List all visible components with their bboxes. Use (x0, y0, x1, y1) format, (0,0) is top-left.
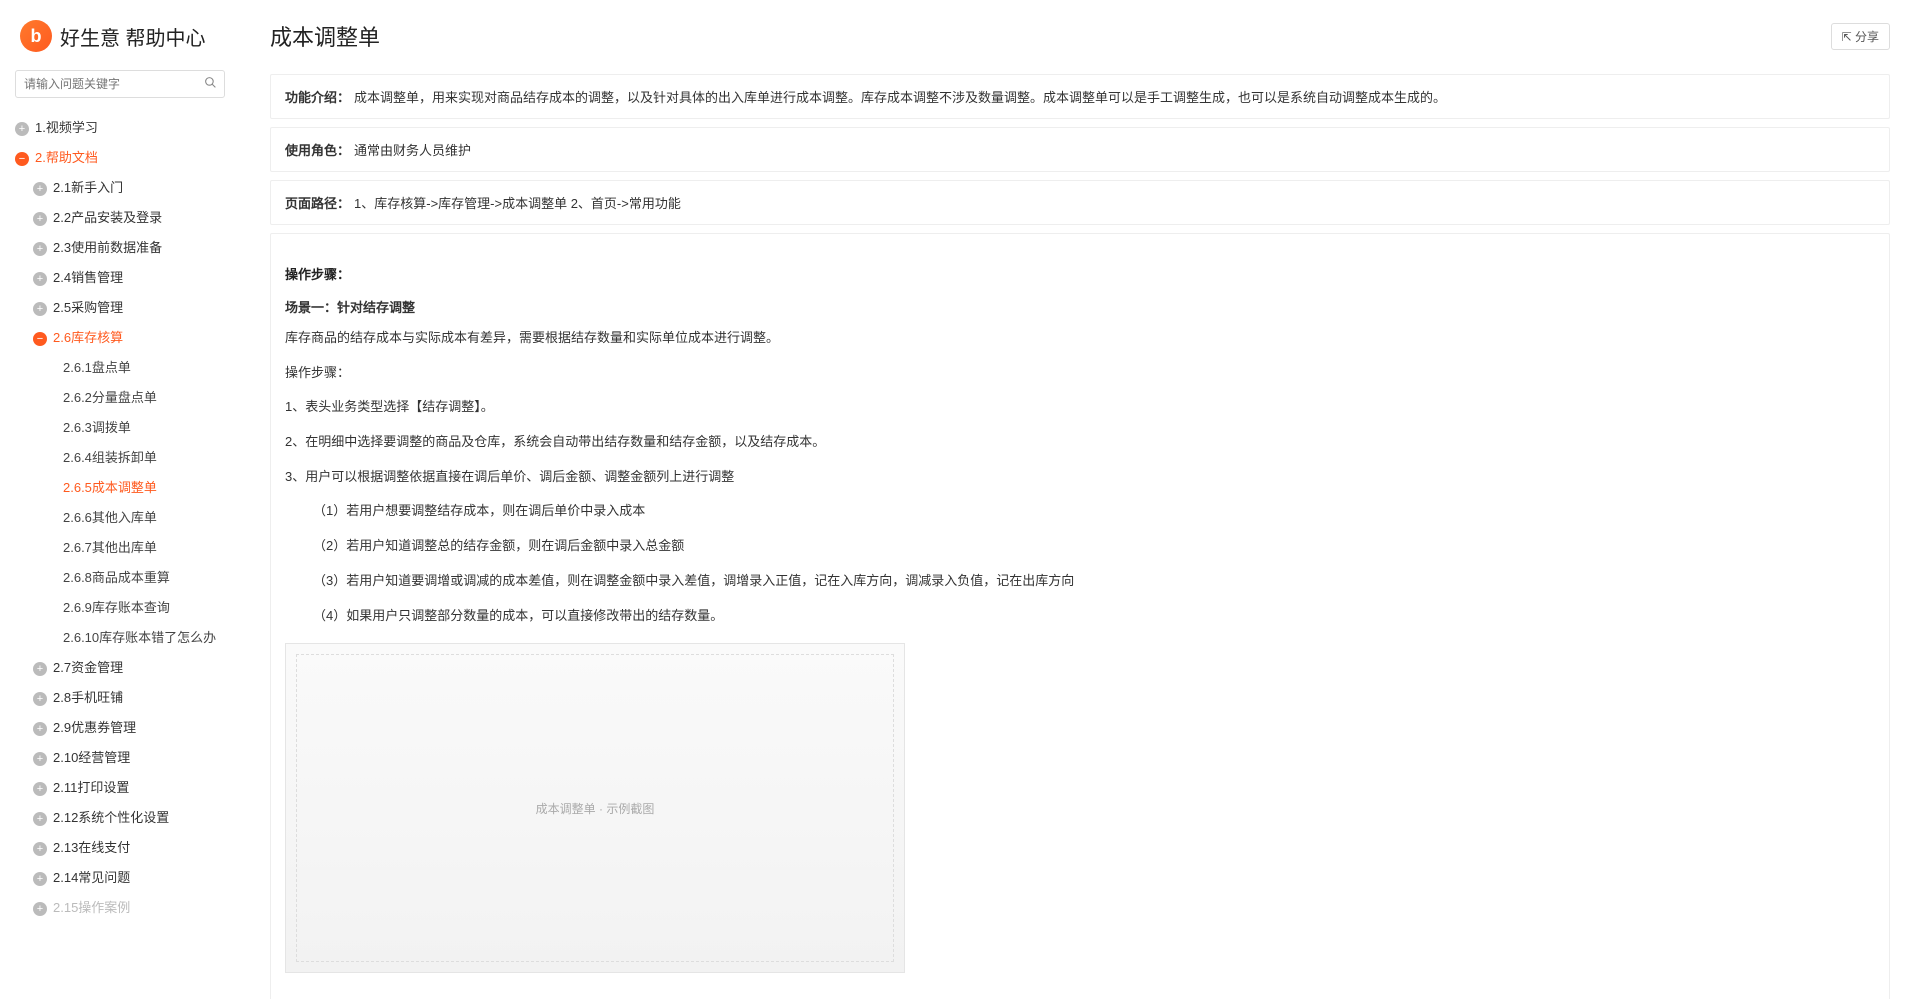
nav-item-2-2[interactable]: +2.2产品安装及登录 (15, 203, 240, 233)
nav-item-1-video[interactable]: +1.视频学习 (15, 113, 240, 143)
step-3-4: （4）如果用户只调整部分数量的成本，可以直接修改带出的结存数量。 (285, 604, 1875, 629)
scenario-1-title: 场景一：针对结存调整 (285, 297, 1875, 316)
role-text: 通常由财务人员维护 (354, 143, 471, 158)
scenario-1-desc: 库存商品的结存成本与实际成本有差异，需要根据结存数量和实际单位成本进行调整。 (285, 326, 1875, 351)
plus-icon: + (33, 662, 47, 676)
nav-item-2-6[interactable]: −2.6库存核算 (15, 323, 240, 353)
nav-item-2-9[interactable]: +2.9优惠券管理 (15, 713, 240, 743)
minus-icon: − (33, 332, 47, 346)
role-label: 使用角色： (285, 143, 350, 158)
nav-item-2-docs[interactable]: −2.帮助文档 (15, 143, 240, 173)
intro-box: 功能介绍： 成本调整单，用来实现对商品结存成本的调整，以及针对具体的出入库单进行成… (270, 74, 1890, 119)
step-3: 3、用户可以根据调整依据直接在调后单价、调后金额、调整金额列上进行调整 (285, 465, 1875, 490)
nav-item-2-3[interactable]: +2.3使用前数据准备 (15, 233, 240, 263)
nav-item-2-4[interactable]: +2.4销售管理 (15, 263, 240, 293)
share-icon: ⇱ (1842, 30, 1852, 44)
nav-item-2-6-9[interactable]: 2.6.9库存账本查询 (15, 593, 240, 623)
plus-icon: + (33, 242, 47, 256)
plus-icon: + (33, 212, 47, 226)
plus-icon: + (33, 812, 47, 826)
nav-item-2-10[interactable]: +2.10经营管理 (15, 743, 240, 773)
plus-icon: + (33, 722, 47, 736)
brand-logo: b (20, 20, 52, 52)
step-3-2: （2）若用户知道调整总的结存金额，则在调后金额中录入总金额 (285, 534, 1875, 559)
nav-item-2-15[interactable]: +2.15操作案例 (15, 893, 240, 923)
sidebar: b 好生意 帮助中心 +1.视频学习 −2.帮助文档 +2.1新手入门 +2.2… (0, 0, 240, 999)
plus-icon: + (33, 872, 47, 886)
nav-item-2-6-3[interactable]: 2.6.3调拨单 (15, 413, 240, 443)
step-1: 1、表头业务类型选择【结存调整】。 (285, 395, 1875, 420)
intro-label: 功能介绍： (285, 90, 350, 105)
steps-sub-label: 操作步骤： (285, 361, 1875, 386)
brand-title: 好生意 帮助中心 (60, 22, 206, 51)
brand: b 好生意 帮助中心 (15, 20, 240, 52)
screenshot-alt: 成本调整单 · 示例截图 (536, 800, 655, 817)
nav-item-2-8[interactable]: +2.8手机旺铺 (15, 683, 240, 713)
plus-icon: + (33, 272, 47, 286)
nav-item-2-6-8[interactable]: 2.6.8商品成本重算 (15, 563, 240, 593)
plus-icon: + (33, 182, 47, 196)
nav-item-2-11[interactable]: +2.11打印设置 (15, 773, 240, 803)
share-button[interactable]: ⇱ 分享 (1831, 23, 1890, 50)
minus-icon: − (15, 152, 29, 166)
nav-item-2-6-4[interactable]: 2.6.4组装拆卸单 (15, 443, 240, 473)
search-input[interactable] (15, 70, 225, 98)
nav-item-2-6-6[interactable]: 2.6.6其他入库单 (15, 503, 240, 533)
intro-text: 成本调整单，用来实现对商品结存成本的调整，以及针对具体的出入库单进行成本调整。库… (354, 90, 1446, 105)
plus-icon: + (33, 752, 47, 766)
example-screenshot: 成本调整单 · 示例截图 (285, 643, 905, 973)
plus-icon: + (33, 902, 47, 916)
nav-item-2-7[interactable]: +2.7资金管理 (15, 653, 240, 683)
plus-icon: + (33, 302, 47, 316)
nav-item-2-6-2[interactable]: 2.6.2分量盘点单 (15, 383, 240, 413)
search (15, 70, 225, 98)
plus-icon: + (33, 692, 47, 706)
nav-item-2-6-5[interactable]: 2.6.5成本调整单 (15, 473, 240, 503)
nav-item-2-12[interactable]: +2.12系统个性化设置 (15, 803, 240, 833)
step-3-3: （3）若用户知道要调增或调减的成本差值，则在调整金额中录入差值，调增录入正值，记… (285, 569, 1875, 594)
nav-item-2-13[interactable]: +2.13在线支付 (15, 833, 240, 863)
steps-box: 操作步骤： 场景一：针对结存调整 库存商品的结存成本与实际成本有差异，需要根据结… (270, 233, 1890, 999)
path-text: 1、库存核算->库存管理->成本调整单 2、首页->常用功能 (354, 196, 681, 211)
nav-item-2-6-7[interactable]: 2.6.7其他出库单 (15, 533, 240, 563)
steps-label: 操作步骤： (285, 264, 1875, 283)
path-label: 页面路径： (285, 196, 350, 211)
nav-item-2-14[interactable]: +2.14常见问题 (15, 863, 240, 893)
plus-icon: + (15, 122, 29, 136)
plus-icon: + (33, 842, 47, 856)
main-content: 成本调整单 ⇱ 分享 功能介绍： 成本调整单，用来实现对商品结存成本的调整，以及针… (240, 0, 1920, 999)
plus-icon: + (33, 782, 47, 796)
nav-item-2-1[interactable]: +2.1新手入门 (15, 173, 240, 203)
step-3-1: （1）若用户想要调整结存成本，则在调后单价中录入成本 (285, 499, 1875, 524)
role-box: 使用角色： 通常由财务人员维护 (270, 127, 1890, 172)
nav-tree: +1.视频学习 −2.帮助文档 +2.1新手入门 +2.2产品安装及登录 +2.… (15, 113, 240, 923)
search-icon[interactable] (204, 76, 217, 92)
nav-item-2-6-10[interactable]: 2.6.10库存账本错了怎么办 (15, 623, 240, 653)
path-box: 页面路径： 1、库存核算->库存管理->成本调整单 2、首页->常用功能 (270, 180, 1890, 225)
nav-item-2-5[interactable]: +2.5采购管理 (15, 293, 240, 323)
nav-item-2-6-1[interactable]: 2.6.1盘点单 (15, 353, 240, 383)
page-title: 成本调整单 (270, 20, 380, 52)
step-2: 2、在明细中选择要调整的商品及仓库，系统会自动带出结存数量和结存金额，以及结存成… (285, 430, 1875, 455)
